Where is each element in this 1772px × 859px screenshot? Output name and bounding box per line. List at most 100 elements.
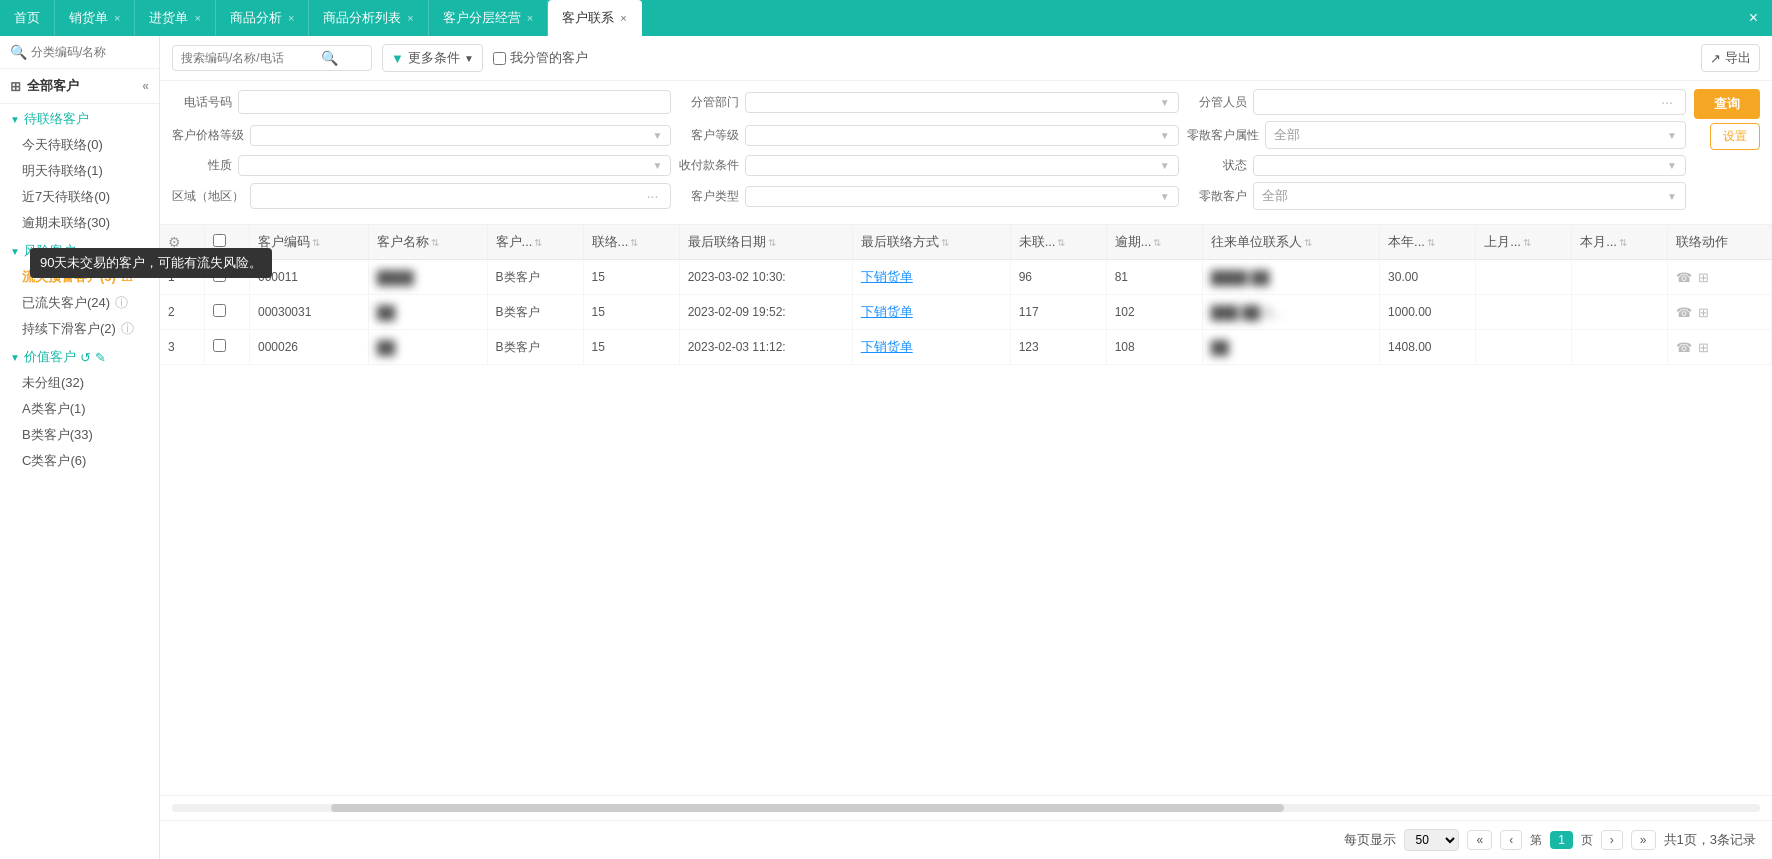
more-conditions-button[interactable]: ▼ 更多条件 ▼ (382, 44, 483, 72)
row-name: ██ (368, 330, 487, 365)
row-last-date: 2023-03-02 10:30: (679, 260, 852, 295)
all-customers-header[interactable]: ⊞ 全部客户 « (0, 69, 159, 104)
search-button[interactable]: 🔍 (321, 50, 338, 66)
table-row: 3 000026 ██ B类客户 15 2023-02-03 11:12: 下销… (160, 330, 1772, 365)
close-icon[interactable]: × (194, 12, 200, 24)
tab-sales[interactable]: 销货单 × (55, 0, 135, 36)
more-icon[interactable]: ··· (643, 188, 663, 204)
sort-icon[interactable]: ⇅ (630, 237, 638, 248)
sort-icon[interactable]: ⇅ (1619, 237, 1627, 248)
close-icon[interactable]: × (620, 12, 626, 24)
close-icon[interactable]: × (114, 12, 120, 24)
sort-icon[interactable]: ⇅ (431, 237, 439, 248)
settings-button[interactable]: 设置 (1710, 123, 1760, 150)
sort-icon[interactable]: ⇅ (1153, 237, 1161, 248)
tab-bar: 首页 销货单 × 进货单 × 商品分析 × 商品分析列表 × 客户分层经营 × … (0, 0, 1772, 36)
tab-home[interactable]: 首页 (0, 0, 55, 36)
pending-contact-group[interactable]: ▼ 待联络客户 (0, 104, 159, 132)
zero-customer-label: 零散客户 (1187, 188, 1247, 205)
row-select-checkbox[interactable] (213, 339, 226, 352)
per-page-select[interactable]: 50 100 200 (1404, 829, 1459, 851)
expand-arrow-icon: ▼ (10, 246, 20, 257)
tab-purchase[interactable]: 进货单 × (135, 0, 215, 36)
grade-select[interactable]: ▼ (745, 125, 1178, 146)
next-page-button[interactable]: › (1601, 830, 1623, 850)
row-checkbox (204, 295, 249, 330)
status-select[interactable]: ▼ (1253, 155, 1686, 176)
my-customers-checkbox-wrap[interactable]: 我分管的客户 (493, 49, 588, 67)
my-customers-checkbox[interactable] (493, 52, 506, 65)
first-page-button[interactable]: « (1467, 830, 1492, 850)
zero-customer-select[interactable]: 全部 ▼ (1253, 182, 1686, 210)
staff-select[interactable]: ··· (1253, 89, 1686, 115)
chevron-down-icon: ▼ (1160, 191, 1170, 202)
more-action-icon[interactable]: ⊞ (1698, 270, 1709, 285)
sort-icon[interactable]: ⇅ (1057, 237, 1065, 248)
dept-select[interactable]: ▼ (745, 92, 1178, 113)
sidebar-item-7days[interactable]: 近7天待联络(0) (0, 184, 159, 210)
scrollbar-thumb[interactable] (331, 804, 1284, 812)
last-page-button[interactable]: » (1631, 830, 1656, 850)
sort-icon[interactable]: ⇅ (941, 237, 949, 248)
sidebar-item-declining[interactable]: 持续下滑客户(2) ⓘ (0, 316, 159, 342)
more-action-icon[interactable]: ⊞ (1698, 340, 1709, 355)
row-this-month (1572, 330, 1668, 365)
collapse-icon[interactable]: « (142, 79, 149, 93)
price-grade-select[interactable]: ▼ (250, 125, 671, 146)
more-icon[interactable]: ··· (1657, 94, 1677, 110)
edit-icon[interactable]: ✎ (95, 350, 106, 365)
sort-icon[interactable]: ⇅ (1304, 237, 1312, 248)
zero-attr-select[interactable]: 全部 ▼ (1265, 121, 1686, 149)
close-all-tabs[interactable]: × (1735, 9, 1772, 27)
query-button[interactable]: 查询 (1694, 89, 1760, 119)
select-all-checkbox[interactable] (213, 234, 226, 247)
filter-row-2: 客户价格等级 ▼ 客户等级 ▼ (172, 121, 1686, 149)
row-select-checkbox[interactable] (213, 304, 226, 317)
phone-input[interactable] (238, 90, 671, 114)
tab-analysis-list[interactable]: 商品分析列表 × (309, 0, 428, 36)
horizontal-scrollbar[interactable] (160, 795, 1772, 820)
prev-page-button[interactable]: ‹ (1500, 830, 1522, 850)
export-button[interactable]: ↗ 导出 (1701, 44, 1760, 72)
row-last-method: 下销货单 (852, 330, 1010, 365)
export-icon: ↗ (1710, 51, 1721, 66)
sort-icon[interactable]: ⇅ (534, 237, 542, 248)
filter-buttons: 查询 设置 (1694, 89, 1760, 150)
close-icon[interactable]: × (407, 12, 413, 24)
contact-icon[interactable]: ☎ (1676, 340, 1692, 355)
tab-analysis[interactable]: 商品分析 × (216, 0, 309, 36)
sort-icon[interactable]: ⇅ (1523, 237, 1531, 248)
per-page-label: 每页显示 (1344, 831, 1396, 849)
filter-dept: 分管部门 ▼ (679, 92, 1178, 113)
info-icon: ⓘ (115, 295, 128, 310)
chevron-down-icon: ▼ (1160, 97, 1170, 108)
filter-grade: 客户等级 ▼ (679, 125, 1178, 146)
close-icon[interactable]: × (527, 12, 533, 24)
payment-select[interactable]: ▼ (745, 155, 1178, 176)
area-select[interactable]: ··· (250, 183, 671, 209)
sidebar-item-a-class[interactable]: A类客户(1) (0, 396, 159, 422)
more-action-icon[interactable]: ⊞ (1698, 305, 1709, 320)
tab-customer-layers[interactable]: 客户分层经营 × (429, 0, 548, 36)
contact-icon[interactable]: ☎ (1676, 305, 1692, 320)
sort-icon[interactable]: ⇅ (312, 237, 320, 248)
contact-icon[interactable]: ☎ (1676, 270, 1692, 285)
sidebar-search-input[interactable] (31, 45, 149, 59)
sort-icon[interactable]: ⇅ (1427, 237, 1435, 248)
gender-select[interactable]: ▼ (238, 155, 671, 176)
sidebar-item-today[interactable]: 今天待联络(0) (0, 132, 159, 158)
sidebar-item-tomorrow[interactable]: 明天待联络(1) (0, 158, 159, 184)
search-input[interactable] (181, 51, 321, 65)
customer-type-select[interactable]: ▼ (745, 186, 1178, 207)
refresh-icon[interactable]: ↺ (80, 350, 91, 365)
row-last-month (1476, 295, 1572, 330)
sort-icon[interactable]: ⇅ (768, 237, 776, 248)
sidebar-item-overdue[interactable]: 逾期未联络(30) (0, 210, 159, 236)
value-customer-group[interactable]: ▼ 价值客户 ↺ ✎ (0, 342, 159, 370)
sidebar-item-c-class[interactable]: C类客户(6) (0, 448, 159, 474)
sidebar-item-ungroup[interactable]: 未分组(32) (0, 370, 159, 396)
tab-customer-contact[interactable]: 客户联系 × (548, 0, 641, 36)
close-icon[interactable]: × (288, 12, 294, 24)
sidebar-item-b-class[interactable]: B类客户(33) (0, 422, 159, 448)
sidebar-item-churned[interactable]: 已流失客户(24) ⓘ (0, 290, 159, 316)
